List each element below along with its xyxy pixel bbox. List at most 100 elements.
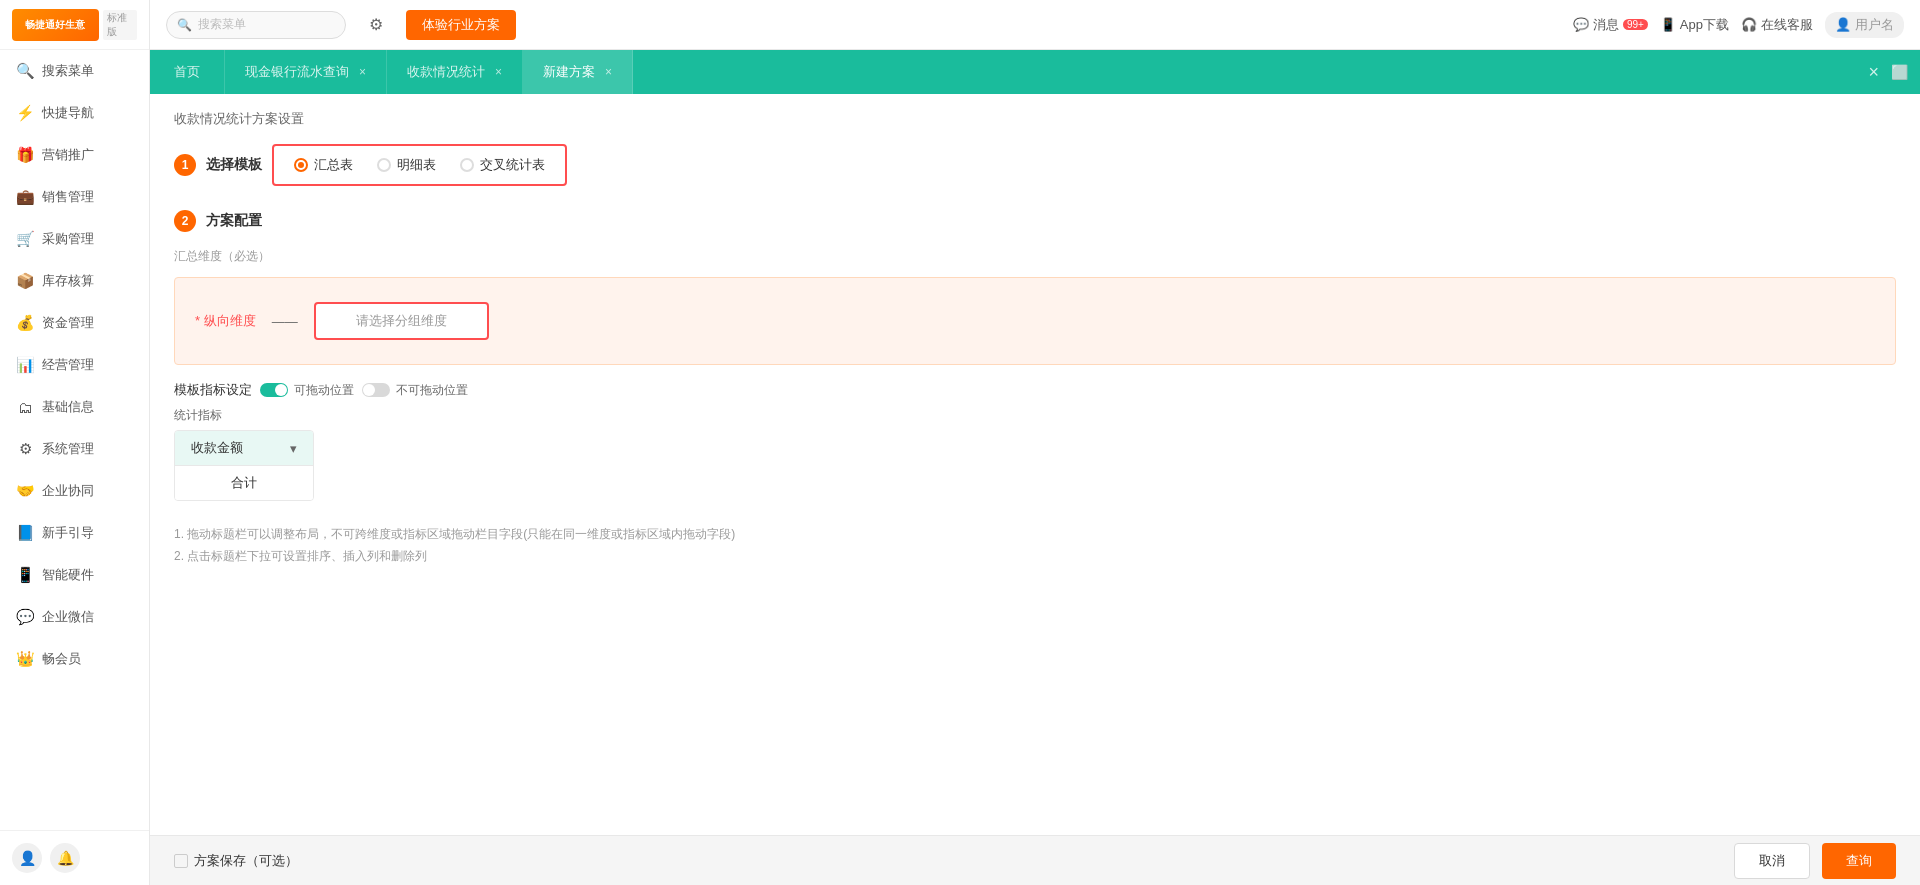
sidebar-item-search[interactable]: 🔍 搜索菜单 [0,50,149,92]
radio-crosstab-dot[interactable] [460,158,474,172]
topbar-actions: 💬 消息 99+ 📱 App下载 🎧 在线客服 👤 用户名 [1573,12,1904,38]
non-draggable-toggle[interactable] [362,383,390,397]
sidebar-item-beginner-guide[interactable]: 📘新手引导 [0,512,149,554]
save-checkbox[interactable] [174,854,188,868]
sidebar-item-label-operations: 经营管理 [42,356,94,374]
sidebar-item-label-system: 系统管理 [42,440,94,458]
settings-gear-btn[interactable]: ⚙ [362,11,390,39]
indicator-header[interactable]: 收款金额 ▾ [175,431,313,466]
step1-num: 1 [174,154,196,176]
search-icon: 🔍 [177,18,192,32]
topbar: 🔍 搜索菜单 ⚙ 体验行业方案 💬 消息 99+ 📱 App下载 🎧 在线客服 … [150,0,1920,50]
search-placeholder-text: 搜索菜单 [198,16,246,33]
query-btn[interactable]: 查询 [1822,843,1896,879]
notification-badge: 99+ [1623,19,1648,30]
sidebar-item-member[interactable]: 👑畅会员 [0,638,149,680]
tips-section: 1. 拖动标题栏可以调整布局，不可跨维度或指标区域拖动栏目字段(只能在同一维度或… [174,524,1896,567]
purchase-icon: 🛒 [16,230,34,248]
dimension-label: * 纵向维度 [195,312,256,330]
tab-spacer [633,50,1856,94]
sidebar: 畅捷通好生意 标准版 🔍搜索菜单⚡快捷导航🎁营销推广💼销售管理🛒采购管理📦库存核… [0,0,150,885]
tab-receipts-stats-close[interactable]: × [495,65,502,79]
step2-title: 方案配置 [206,212,262,230]
radio-crosstab-label: 交叉统计表 [480,156,545,174]
tabbar: 首页 现金银行流水查询 × 收款情况统计 × 新建方案 × × ⬜ [150,50,1920,94]
save-option-label: 方案保存（可选） [194,852,298,870]
template-selector: 汇总表 明细表 交叉统计表 [272,144,567,186]
dropdown-icon[interactable]: ▾ [290,441,297,456]
page-title: 收款情况统计方案设置 [174,110,1896,128]
radio-detail-dot[interactable] [377,158,391,172]
tab-bank-flow-label: 现金银行流水查询 [245,63,349,81]
toggle-knob-2 [363,384,375,396]
sidebar-item-inventory[interactable]: 📦库存核算 [0,260,149,302]
radio-detail[interactable]: 明细表 [377,156,436,174]
sidebar-item-finance[interactable]: 💰资金管理 [0,302,149,344]
sidebar-item-quick-nav[interactable]: ⚡快捷导航 [0,92,149,134]
sales-icon: 💼 [16,188,34,206]
sidebar-footer-icon-1[interactable]: 👤 [12,843,42,873]
bottom-bar: 方案保存（可选） 取消 查询 [150,835,1920,885]
search-icon: 🔍 [16,62,34,80]
sidebar-item-label-enterprise-collab: 企业协同 [42,482,94,500]
sidebar-item-operations[interactable]: 📊经营管理 [0,344,149,386]
sidebar-item-enterprise-collab[interactable]: 🤝企业协同 [0,470,149,512]
indicator-title-row: 模板指标设定 可拖动位置 不可拖动位置 [174,381,1896,399]
step2-header: 2 方案配置 [174,210,1896,232]
sidebar-item-enterprise-wechat[interactable]: 💬 企业微信 [0,596,149,638]
online-service-btn[interactable]: 🎧 在线客服 [1741,16,1813,34]
indicator-section: 模板指标设定 可拖动位置 不可拖动位置 [174,381,1896,504]
tab-new-scheme[interactable]: 新建方案 × [523,50,633,94]
quick-nav-icon: ⚡ [16,104,34,122]
smart-hardware-icon: 📱 [16,566,34,584]
sidebar-item-label-enterprise-wechat: 企业微信 [42,608,94,626]
industry-solution-btn[interactable]: 体验行业方案 [406,10,516,40]
sidebar-item-label-inventory: 库存核算 [42,272,94,290]
dimension-area: * 纵向维度 —— 请选择分组维度 [174,277,1896,365]
step1-section: 1 选择模板 汇总表 明细表 交叉统计表 [174,144,1896,186]
bottom-right-btns: 取消 查询 [1734,843,1896,879]
radio-crosstab[interactable]: 交叉统计表 [460,156,545,174]
sidebar-item-marketing[interactable]: 🎁 营销推广 [0,134,149,176]
radio-summary-dot[interactable] [294,158,308,172]
enterprise-wechat-icon: 💬 [16,608,34,626]
window-close-btn[interactable]: × [1868,62,1879,83]
indicator-section-title: 模板指标设定 [174,381,252,399]
tab-new-scheme-close[interactable]: × [605,65,612,79]
sidebar-item-sales[interactable]: 💼销售管理 [0,176,149,218]
tab-bank-flow-close[interactable]: × [359,65,366,79]
member-icon: 👑 [16,650,34,668]
sidebar-item-label-marketing: 营销推广 [42,146,94,164]
search-bar[interactable]: 🔍 搜索菜单 [166,11,346,39]
tip-1: 1. 拖动标题栏可以调整布局，不可跨维度或指标区域拖动栏目字段(只能在同一维度或… [174,524,1896,546]
tab-bank-flow[interactable]: 现金银行流水查询 × [225,50,387,94]
indicator-table-container: 统计指标 收款金额 ▾ 合计 [174,407,1896,504]
cancel-btn[interactable]: 取消 [1734,843,1810,879]
app-download-btn[interactable]: 📱 App下载 [1660,16,1729,34]
step2-section: 2 方案配置 汇总维度（必选） * 纵向维度 —— 请选择分组维度 模板指标设定 [174,210,1896,567]
user-avatar-btn[interactable]: 👤 用户名 [1825,12,1904,38]
sidebar-item-system[interactable]: ⚙系统管理 [0,428,149,470]
window-maximize-btn[interactable]: ⬜ [1891,64,1908,80]
sidebar-item-smart-hardware[interactable]: 📱智能硬件 [0,554,149,596]
draggable-toggle[interactable] [260,383,288,397]
notification-btn[interactable]: 💬 消息 99+ [1573,16,1648,34]
sidebar-item-purchase[interactable]: 🛒 采购管理 [0,218,149,260]
dimension-subtitle: 汇总维度（必选） [174,248,1896,265]
draggable-toggle-label: 可拖动位置 [260,382,354,399]
stats-indicator-label: 统计指标 [174,407,1896,424]
tab-receipts-stats[interactable]: 收款情况统计 × [387,50,523,94]
tab-home[interactable]: 首页 [150,50,225,94]
sidebar-item-label-search: 搜索菜单 [42,62,94,80]
dimension-select[interactable]: 请选择分组维度 [314,302,489,340]
sidebar-item-basic-info[interactable]: 🗂基础信息 [0,386,149,428]
download-icon: 📱 [1660,17,1676,32]
marketing-icon: 🎁 [16,146,34,164]
sidebar-item-label-purchase: 采购管理 [42,230,94,248]
service-icon: 🎧 [1741,17,1757,32]
tip-2: 2. 点击标题栏下拉可设置排序、插入列和删除列 [174,546,1896,568]
version-badge: 标准版 [103,10,137,40]
content-area: 收款情况统计方案设置 1 选择模板 汇总表 明细表 [150,94,1920,885]
sidebar-footer-icon-2[interactable]: 🔔 [50,843,80,873]
radio-summary[interactable]: 汇总表 [294,156,353,174]
